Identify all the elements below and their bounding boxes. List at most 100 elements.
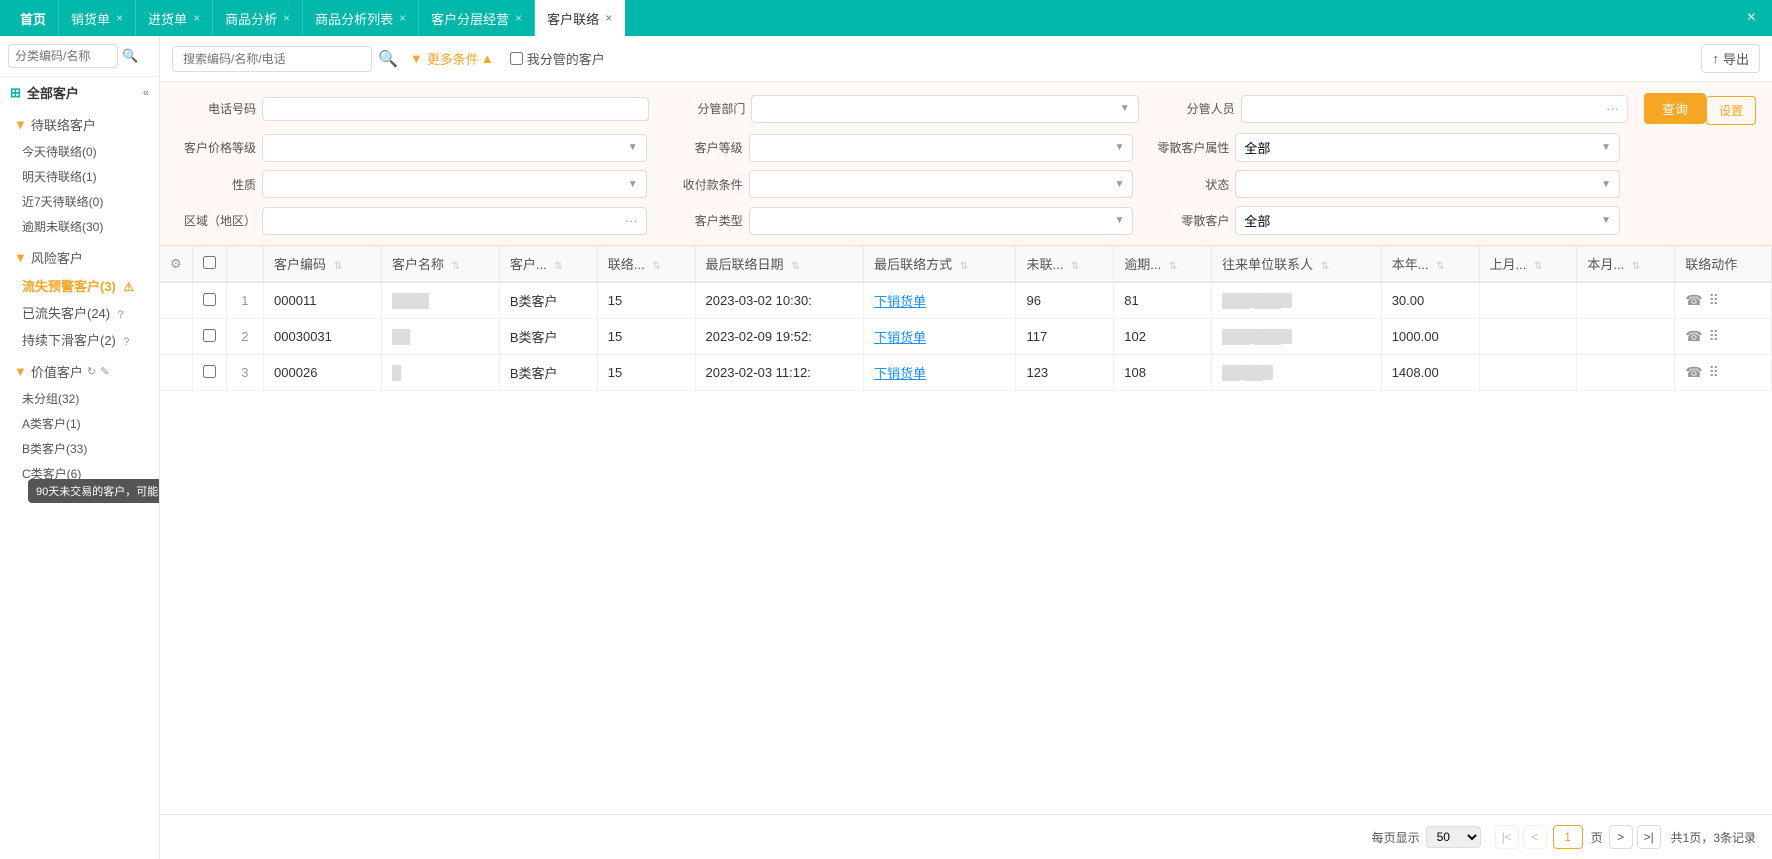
table-col-checkbox[interactable] xyxy=(192,246,226,282)
thismonth-sort-icon[interactable]: ⇅ xyxy=(1632,261,1640,272)
row1-name[interactable]: ████ xyxy=(381,282,499,319)
table-col-this-month[interactable]: 本月... ⇅ xyxy=(1577,246,1675,282)
next-page-button[interactable]: > xyxy=(1609,825,1633,849)
row3-code[interactable]: 000026 xyxy=(264,355,382,391)
table-col-unit-contact[interactable]: 往来单位联系人 ⇅ xyxy=(1212,246,1382,282)
sidebar-item-overdue-pending[interactable]: 逾期未联络(30) xyxy=(0,214,159,239)
zero-attr-select[interactable]: 全部 ▼ xyxy=(1235,133,1620,162)
region-more-icon[interactable]: ··· xyxy=(625,213,638,228)
first-page-button[interactable]: |< xyxy=(1495,825,1519,849)
table-col-settings[interactable]: ⚙ xyxy=(160,246,192,282)
nav-tab-customer-contact[interactable]: 客户联络 × xyxy=(535,0,625,36)
filter-search-button[interactable]: 🔍 xyxy=(378,49,398,69)
close-contact-icon[interactable]: × xyxy=(605,11,612,25)
row3-name[interactable]: █ xyxy=(381,355,499,391)
nav-tab-goods-list[interactable]: 商品分析列表 × xyxy=(303,0,419,36)
sidebar-item-today-pending[interactable]: 今天待联络(0) xyxy=(0,139,159,164)
row1-check[interactable] xyxy=(203,293,216,306)
row3-check[interactable] xyxy=(203,365,216,378)
nav-tab-home[interactable]: 首页 xyxy=(8,0,59,36)
row2-code[interactable]: 00030031 xyxy=(264,319,382,355)
sidebar-item-ungrouped[interactable]: 未分组(32) xyxy=(0,386,159,411)
value-edit-icon[interactable]: ✎ xyxy=(100,365,109,378)
price-level-select[interactable]: ▼ xyxy=(262,134,647,162)
close-goods-list-icon[interactable]: × xyxy=(399,11,406,25)
thisyear-sort-icon[interactable]: ⇅ xyxy=(1436,261,1444,272)
table-col-type[interactable]: 客户... ⇅ xyxy=(499,246,597,282)
lastmonth-sort-icon[interactable]: ⇅ xyxy=(1534,261,1542,272)
nav-tab-customer-segment[interactable]: 客户分层经营 × xyxy=(419,0,535,36)
nav-tab-purchase[interactable]: 进货单 × xyxy=(136,0,213,36)
close-sales-icon[interactable]: × xyxy=(116,11,123,25)
sidebar-item-a-class[interactable]: A类客户(1) xyxy=(0,411,159,436)
value-group-title[interactable]: ▼ 价值客户 ↻ ✎ xyxy=(0,357,159,386)
code-sort-icon[interactable]: ⇅ xyxy=(334,261,342,272)
table-col-last-date[interactable]: 最后联络日期 ⇅ xyxy=(695,246,864,282)
pending-group-title[interactable]: ▼ 待联络客户 xyxy=(0,110,159,139)
person-select[interactable]: ··· xyxy=(1241,95,1628,123)
row2-call-icon[interactable]: ☎ xyxy=(1685,328,1702,345)
value-refresh-icon[interactable]: ↻ xyxy=(87,365,96,378)
type-sort-icon[interactable]: ⇅ xyxy=(554,261,562,272)
all-customers-item[interactable]: ⊞ 全部客户 « xyxy=(0,77,159,108)
type-select[interactable]: ▼ xyxy=(749,207,1134,235)
row2-more-icon[interactable]: ⠿ xyxy=(1709,328,1719,345)
gender-select[interactable]: ▼ xyxy=(262,170,647,198)
row3-last-method-link[interactable]: 下销货单 xyxy=(874,366,926,381)
status-select[interactable]: ▼ xyxy=(1235,170,1620,198)
sidebar-item-declining[interactable]: 持续下滑客户(2) ? xyxy=(0,326,159,353)
row1-checkbox[interactable] xyxy=(192,282,226,319)
last-page-button[interactable]: >| xyxy=(1637,825,1661,849)
risk-group-title[interactable]: ▼ 风险客户 xyxy=(0,243,159,272)
region-select[interactable]: ··· xyxy=(262,207,647,235)
sidebar-item-churn-warning[interactable]: 流失预警客户(3) ⚠ xyxy=(0,272,159,299)
contact-sort-icon[interactable]: ⇅ xyxy=(652,261,660,272)
pay-select[interactable]: ▼ xyxy=(749,170,1134,198)
row3-last-method[interactable]: 下销货单 xyxy=(864,355,1016,391)
select-all-checkbox[interactable] xyxy=(203,256,216,269)
name-sort-icon[interactable]: ⇅ xyxy=(452,261,460,272)
filter-search-input[interactable] xyxy=(172,46,372,72)
close-segment-icon[interactable]: × xyxy=(515,11,522,25)
row2-check[interactable] xyxy=(203,329,216,342)
nav-tab-goods-analysis[interactable]: 商品分析 × xyxy=(213,0,303,36)
row1-last-method-link[interactable]: 下销货单 xyxy=(874,294,926,309)
table-col-name[interactable]: 客户名称 ⇅ xyxy=(381,246,499,282)
collapse-all-icon[interactable]: « xyxy=(143,87,149,99)
per-page-select[interactable]: 50 100 200 xyxy=(1426,826,1481,848)
row3-checkbox[interactable] xyxy=(192,355,226,391)
close-all-button[interactable]: × xyxy=(1739,5,1764,31)
sidebar-search-icon[interactable]: 🔍 xyxy=(122,48,138,64)
table-col-last-month[interactable]: 上月... ⇅ xyxy=(1479,246,1577,282)
close-purchase-icon[interactable]: × xyxy=(193,11,200,25)
table-col-this-year[interactable]: 本年... ⇅ xyxy=(1381,246,1479,282)
export-button[interactable]: ↑ 导出 xyxy=(1701,44,1760,73)
sidebar-item-week-pending[interactable]: 近7天待联络(0) xyxy=(0,189,159,214)
zero-select[interactable]: 全部 ▼ xyxy=(1235,206,1620,235)
row1-code[interactable]: 000011 xyxy=(264,282,382,319)
dept-select[interactable]: ▼ xyxy=(751,95,1138,123)
row1-last-method[interactable]: 下销货单 xyxy=(864,282,1016,319)
lastmethod-sort-icon[interactable]: ⇅ xyxy=(960,261,968,272)
sidebar-search-input[interactable] xyxy=(8,44,118,68)
query-button[interactable]: 查询 xyxy=(1644,93,1706,124)
row2-last-method[interactable]: 下销货单 xyxy=(864,319,1016,355)
sidebar-item-churned[interactable]: 已流失客户(24) ? xyxy=(0,299,159,326)
table-col-uncontact[interactable]: 未联... ⇅ xyxy=(1016,246,1114,282)
row1-call-icon[interactable]: ☎ xyxy=(1685,292,1702,309)
overdue-sort-icon[interactable]: ⇅ xyxy=(1169,261,1177,272)
table-col-code[interactable]: 客户编码 ⇅ xyxy=(264,246,382,282)
close-goods-analysis-icon[interactable]: × xyxy=(283,11,290,25)
row1-more-icon[interactable]: ⠿ xyxy=(1709,292,1719,309)
row2-last-method-link[interactable]: 下销货单 xyxy=(874,330,926,345)
sidebar-item-tomorrow-pending[interactable]: 明天待联络(1) xyxy=(0,164,159,189)
nav-tab-sales[interactable]: 销货单 × xyxy=(59,0,136,36)
row3-call-icon[interactable]: ☎ xyxy=(1685,364,1702,381)
table-col-last-method[interactable]: 最后联络方式 ⇅ xyxy=(864,246,1016,282)
my-customers-checkbox-label[interactable]: 我分管的客户 xyxy=(510,49,605,68)
level-select[interactable]: ▼ xyxy=(749,134,1134,162)
lastdate-sort-icon[interactable]: ⇅ xyxy=(791,261,799,272)
row3-more-icon[interactable]: ⠿ xyxy=(1709,364,1719,381)
row2-checkbox[interactable] xyxy=(192,319,226,355)
more-conditions-button[interactable]: ▼ 更多条件 ▲ xyxy=(410,49,494,68)
